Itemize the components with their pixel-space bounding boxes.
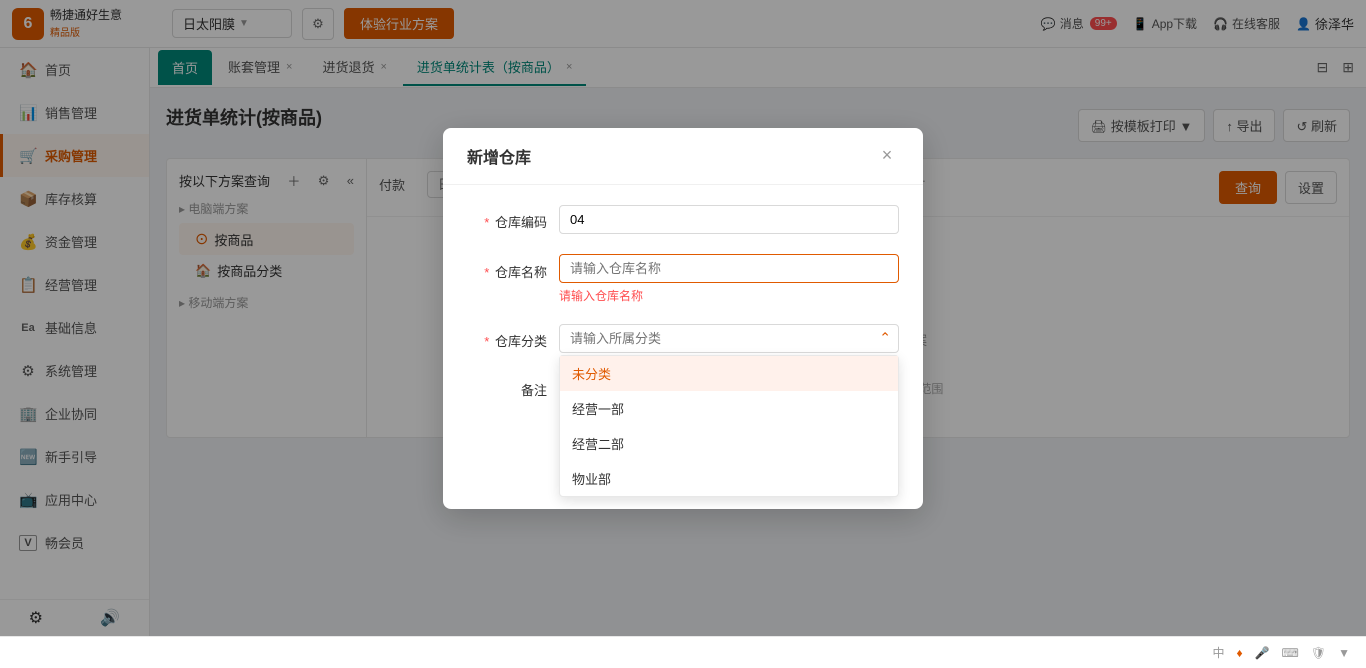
dropdown-item-dept1[interactable]: 经营一部 bbox=[560, 391, 898, 426]
dropdown-item-uncategorized[interactable]: 未分类 bbox=[560, 356, 898, 391]
content-area: 首页 账套管理 × 进货退货 × 进货单统计表（按商品） × ⊟ ⊞ 进货单统计… bbox=[150, 48, 1366, 636]
warehouse-code-row: * 仓库编码 bbox=[467, 205, 899, 234]
warehouse-category-label: * 仓库分类 bbox=[467, 324, 547, 350]
add-warehouse-modal: 新增仓库 × * 仓库编码 bbox=[443, 128, 923, 509]
modal-header: 新增仓库 × bbox=[443, 128, 923, 185]
dropdown-item-property[interactable]: 物业部 bbox=[560, 461, 898, 496]
shield-icon[interactable]: 🛡 bbox=[1311, 646, 1326, 660]
modal-close-button[interactable]: × bbox=[875, 144, 899, 168]
warehouse-category-row: * 仓库分类 ⌃ 未分类 经营一部 经营二部 物业部 bbox=[467, 324, 899, 353]
warehouse-name-error: 请输入仓库名称 bbox=[559, 287, 643, 304]
mic-icon[interactable]: 🎤 bbox=[1255, 646, 1270, 660]
warehouse-name-input[interactable] bbox=[559, 254, 899, 283]
chevron-status-icon[interactable]: ▼ bbox=[1338, 646, 1350, 660]
dropdown-item-dept2[interactable]: 经营二部 bbox=[560, 426, 898, 461]
modal-body: * 仓库编码 * 仓库名称 bbox=[443, 185, 923, 453]
warehouse-category-dropdown: ⌃ 未分类 经营一部 经营二部 物业部 bbox=[559, 324, 899, 353]
warehouse-note-label: 备注 bbox=[467, 373, 547, 399]
modal-title: 新增仓库 bbox=[467, 144, 531, 168]
main-layout: 🏠 首页 📊 销售管理 🛒 采购管理 📦 库存核算 💰 资金管理 📋 经营管理 … bbox=[0, 48, 1366, 636]
status-icons: 中 ♦ 🎤 ⌨ 🛡 ▼ bbox=[1212, 644, 1350, 661]
ime-icon[interactable]: 中 bbox=[1212, 644, 1224, 661]
category-dropdown-list: 未分类 经营一部 经营二部 物业部 bbox=[559, 355, 899, 497]
warehouse-code-input[interactable] bbox=[559, 205, 899, 234]
keyboard-icon[interactable]: ⌨ bbox=[1282, 646, 1299, 660]
warehouse-name-row: * 仓库名称 请输入仓库名称 bbox=[467, 254, 899, 304]
warehouse-code-label: * 仓库编码 bbox=[467, 205, 547, 231]
modal-overlay: 新增仓库 × * 仓库编码 bbox=[150, 48, 1366, 636]
warehouse-category-input[interactable] bbox=[559, 324, 899, 353]
status-footer: 中 ♦ 🎤 ⌨ 🛡 ▼ bbox=[0, 636, 1366, 668]
diamond-icon[interactable]: ♦ bbox=[1236, 646, 1242, 660]
warehouse-name-label: * 仓库名称 bbox=[467, 255, 547, 281]
